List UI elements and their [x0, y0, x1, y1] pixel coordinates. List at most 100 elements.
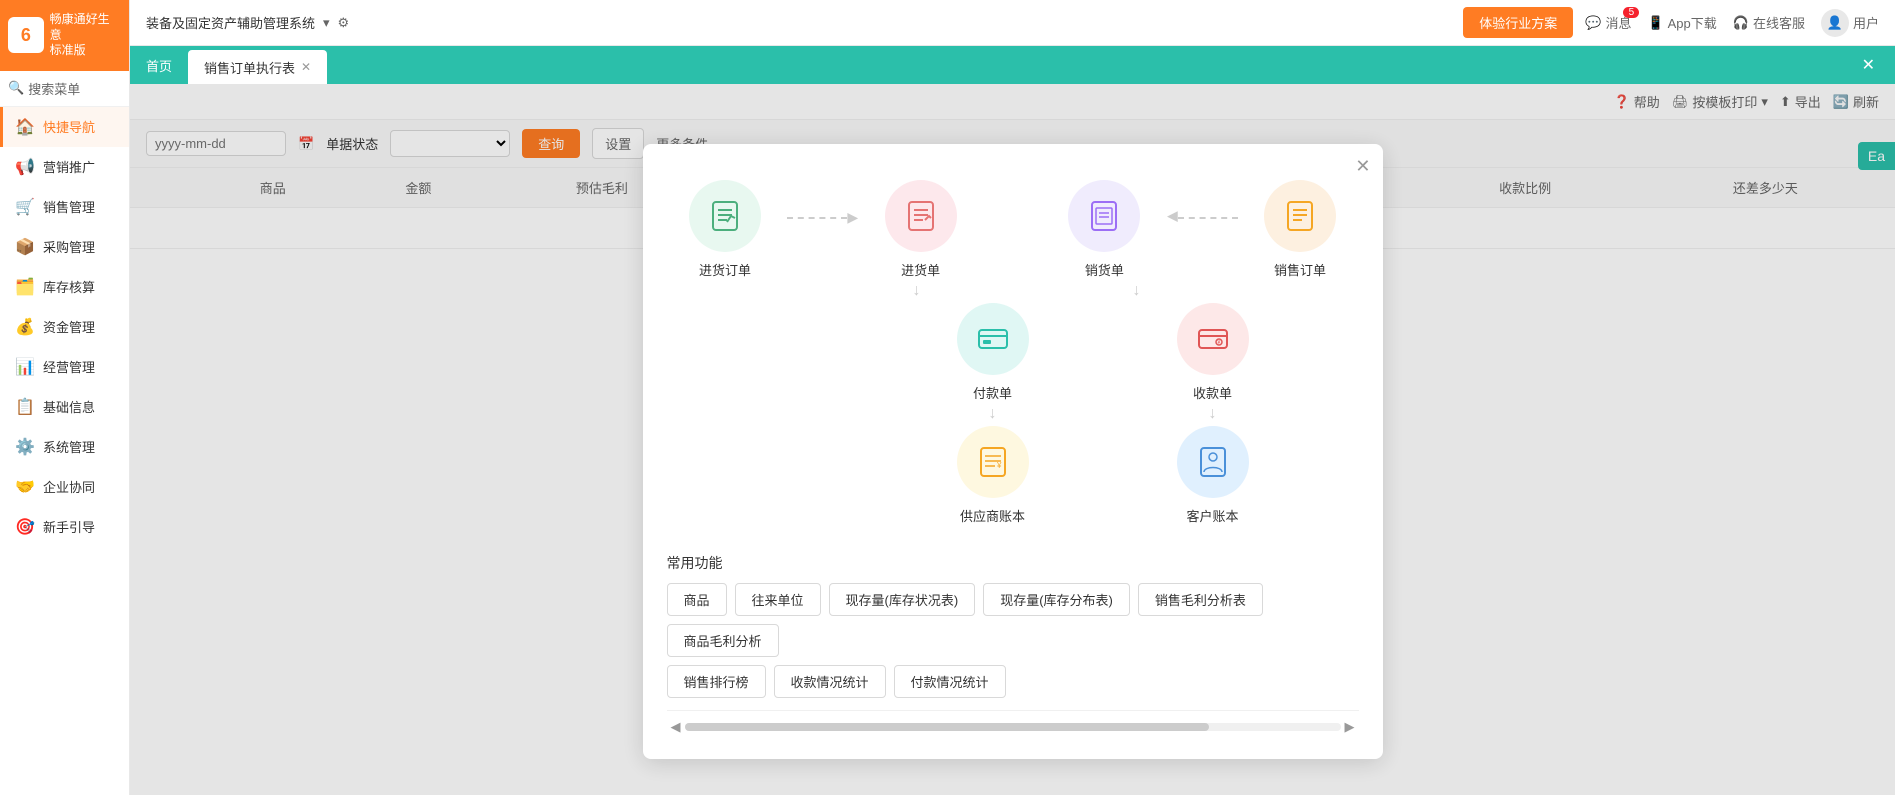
- arrow-1: ▶: [783, 209, 862, 226]
- flow-item-purchase-order: 进货订单: [667, 180, 784, 279]
- arrow-down-payment: ↓: [923, 406, 1063, 422]
- receipt-bill-icon: ¥: [1177, 303, 1249, 375]
- common-btn-product-profit[interactable]: 商品毛利分析: [667, 624, 779, 657]
- quick-nav-modal: ✕ 进货订单: [643, 144, 1383, 759]
- svg-text:¥: ¥: [996, 461, 1002, 470]
- scroll-thumb: [685, 723, 1210, 731]
- sidebar: 6 畅康通好生意 标准版 🔍 搜索菜单 🏠 快捷导航 📢 营销推广 🛒 销售管理: [0, 0, 130, 795]
- flow-item-purchase-bill: 进货单: [862, 180, 979, 279]
- tab-close-all-btn[interactable]: ✕: [1854, 55, 1883, 75]
- arrow-down-purchase: ↓: [847, 283, 987, 299]
- content-area: ❓ 帮助 🖨 按模板打印 ▾ ⬆ 导出 🔄 刷新: [130, 84, 1895, 795]
- sidebar-item-inventory[interactable]: 🗂️ 库存核算: [0, 267, 129, 307]
- flow-item-customer-account: 客户账本: [1143, 426, 1283, 525]
- sidebar-item-base-info[interactable]: 📋 基础信息: [0, 387, 129, 427]
- sidebar-search[interactable]: 🔍 搜索菜单: [0, 71, 129, 107]
- operations-icon: 📊: [15, 357, 35, 377]
- logo-icon: 6: [8, 17, 44, 53]
- payment-bill-icon: [957, 303, 1029, 375]
- common-btn-stock-status[interactable]: 现存量(库存状况表): [829, 583, 976, 616]
- svg-text:¥: ¥: [1217, 340, 1220, 346]
- flow-item-supplier-account: ¥ 供应商账本: [923, 426, 1063, 525]
- app-download-action[interactable]: 📱 App下载: [1647, 13, 1716, 32]
- sidebar-logo: 6 畅康通好生意 标准版: [0, 0, 129, 71]
- common-btn-counterparty[interactable]: 往来单位: [735, 583, 821, 616]
- sidebar-item-newbie[interactable]: 🎯 新手引导: [0, 507, 129, 547]
- service-icon: 🎧: [1733, 15, 1749, 31]
- common-btn-payment-stats[interactable]: 付款情况统计: [894, 665, 1006, 698]
- main-content: 装备及固定资产辅助管理系统 ▾ ⚙ 体验行业方案 💬 消息 5 📱 App下载 …: [130, 0, 1895, 795]
- flow-row-2: 付款单 ¥ 收款单: [667, 303, 1359, 402]
- message-icon: 💬: [1585, 15, 1601, 31]
- avatar: 👤: [1821, 9, 1849, 37]
- flow-row-1: 进货订单 ▶ 进货单: [667, 180, 1359, 279]
- common-btn-product[interactable]: 商品: [667, 583, 727, 616]
- title-dropdown[interactable]: ▾: [323, 15, 330, 31]
- topbar-actions: 💬 消息 5 📱 App下载 🎧 在线客服 👤 用户: [1585, 9, 1879, 37]
- common-btns-row1: 商品 往来单位 现存量(库存状况表) 现存量(库存分布表) 销售毛利分析表 商品…: [667, 583, 1359, 657]
- supplier-account-icon: ¥: [957, 426, 1029, 498]
- sidebar-nav: 🏠 快捷导航 📢 营销推广 🛒 销售管理 📦 采购管理 🗂️ 库存核算 💰: [0, 107, 129, 795]
- purchase-icon: 📦: [15, 237, 35, 257]
- common-btn-stock-dist[interactable]: 现存量(库存分布表): [983, 583, 1130, 616]
- sales-icon: 🛒: [15, 197, 35, 217]
- sidebar-item-system[interactable]: ⚙️ 系统管理: [0, 427, 129, 467]
- tabbar: 首页 销售订单执行表 ✕ ✕: [130, 46, 1895, 84]
- sidebar-item-purchase[interactable]: 📦 采购管理: [0, 227, 129, 267]
- modal-close-btn[interactable]: ✕: [1355, 156, 1370, 177]
- flow-arrows-row2: ↓ ↓: [667, 402, 1359, 426]
- arrow-2: ▶: [1163, 209, 1242, 226]
- tab-home[interactable]: 首页: [130, 46, 188, 84]
- scroll-track[interactable]: [685, 723, 1341, 731]
- download-icon: 📱: [1647, 15, 1663, 31]
- message-badge: 5: [1623, 7, 1639, 18]
- tab-sales-order-exec[interactable]: 销售订单执行表 ✕: [188, 50, 327, 84]
- inventory-icon: 🗂️: [15, 277, 35, 297]
- user-action[interactable]: 👤 用户: [1821, 9, 1879, 37]
- purchase-bill-icon: [885, 180, 957, 252]
- marketing-icon: 📢: [15, 157, 35, 177]
- home-icon: 🏠: [15, 117, 35, 137]
- sales-bill-icon: [1068, 180, 1140, 252]
- arrow-down-receipt: ↓: [1143, 406, 1283, 422]
- sidebar-item-finance[interactable]: 💰 资金管理: [0, 307, 129, 347]
- settings-icon[interactable]: ⚙: [338, 15, 350, 31]
- scroll-left-btn[interactable]: ◀: [667, 719, 685, 735]
- flow-item-sales-order: 销售订单: [1242, 180, 1359, 279]
- base-info-icon: 📋: [15, 397, 35, 417]
- sidebar-item-quick-nav[interactable]: 🏠 快捷导航: [0, 107, 129, 147]
- logo-text: 畅康通好生意 标准版: [50, 12, 121, 59]
- search-icon: 🔍: [8, 80, 24, 96]
- flow-item-sales-bill: 销货单: [1046, 180, 1163, 279]
- system-icon: ⚙️: [15, 437, 35, 457]
- message-action[interactable]: 💬 消息 5: [1585, 13, 1631, 32]
- sidebar-item-sales[interactable]: 🛒 销售管理: [0, 187, 129, 227]
- common-btn-receipt-stats[interactable]: 收款情况统计: [774, 665, 886, 698]
- arrow-down-sales: ↓: [1067, 283, 1207, 299]
- common-btn-sales-rank[interactable]: 销售排行榜: [667, 665, 766, 698]
- customer-account-icon: [1177, 426, 1249, 498]
- tab-close-icon[interactable]: ✕: [301, 60, 311, 74]
- sidebar-item-operations[interactable]: 📊 经营管理: [0, 347, 129, 387]
- flow-item-payment-bill: 付款单: [923, 303, 1063, 402]
- flow-row-3: ¥ 供应商账本 客户账本: [667, 426, 1359, 525]
- common-functions-title: 常用功能: [667, 553, 1359, 573]
- enterprise-icon: 🤝: [15, 477, 35, 497]
- flow-diagram: 进货订单 ▶ 进货单: [667, 168, 1359, 545]
- modal-scrollbar: ◀ ▶: [667, 710, 1359, 735]
- sidebar-item-enterprise[interactable]: 🤝 企业协同: [0, 467, 129, 507]
- newbie-icon: 🎯: [15, 517, 35, 537]
- common-btns-row2: 销售排行榜 收款情况统计 付款情况统计: [667, 665, 1359, 698]
- common-functions: 常用功能 商品 往来单位 现存量(库存状况表) 现存量(库存分布表) 销售毛利分…: [667, 553, 1359, 698]
- purchase-order-icon: [689, 180, 761, 252]
- topbar: 装备及固定资产辅助管理系统 ▾ ⚙ 体验行业方案 💬 消息 5 📱 App下载 …: [130, 0, 1895, 46]
- online-service-action[interactable]: 🎧 在线客服: [1733, 13, 1805, 32]
- sidebar-item-marketing[interactable]: 📢 营销推广: [0, 147, 129, 187]
- common-btn-sales-profit[interactable]: 销售毛利分析表: [1138, 583, 1263, 616]
- system-title: 装备及固定资产辅助管理系统 ▾ ⚙: [146, 13, 1451, 32]
- finance-icon: 💰: [15, 317, 35, 337]
- experience-btn[interactable]: 体验行业方案: [1463, 7, 1573, 38]
- flow-arrows-row: ↓ ↓: [667, 279, 1359, 303]
- modal-overlay[interactable]: ✕ 进货订单: [130, 84, 1895, 795]
- scroll-right-btn[interactable]: ▶: [1341, 719, 1359, 735]
